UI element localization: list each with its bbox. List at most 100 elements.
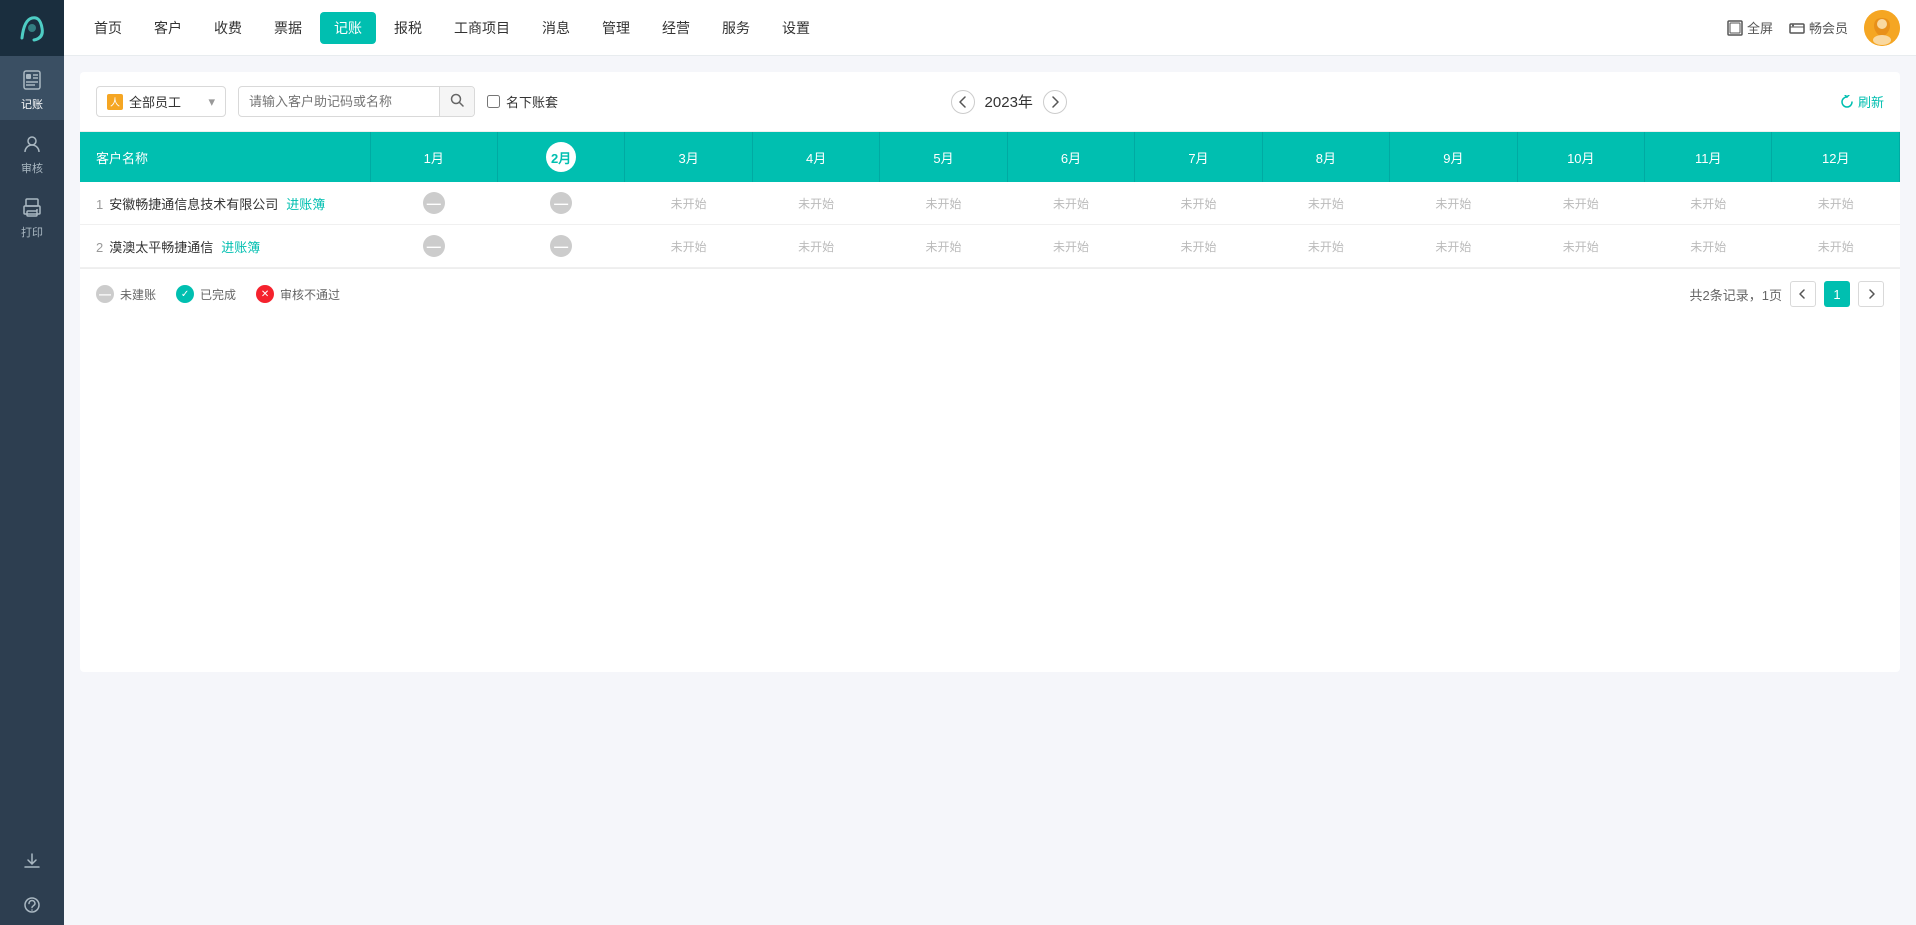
employee-select[interactable]: 人 全部员工 ▾ [96, 86, 226, 117]
status-not-started: 未开始 [1053, 240, 1089, 254]
refresh-button[interactable]: 刷新 [1840, 92, 1884, 111]
status-not-started: 未开始 [926, 240, 962, 254]
year-nav: 2023年 [951, 90, 1067, 114]
status-not-started: 未开始 [1308, 240, 1344, 254]
sidebar-label-dayin: 打印 [21, 224, 43, 240]
dayin-icon [20, 196, 44, 220]
row-num: 2 [96, 240, 103, 255]
sidebar-download[interactable] [0, 837, 64, 881]
employee-select-label: 全部员工 [129, 92, 181, 111]
sidebar-item-shenhe[interactable]: 审核 [0, 120, 64, 184]
cell-name-1: 2 漠澳太平畅捷通信进账簿 [80, 225, 370, 268]
col-header-m12: 12月 [1772, 132, 1900, 182]
avatar[interactable] [1864, 10, 1900, 46]
refresh-label: 刷新 [1858, 92, 1884, 111]
footer: — 未建账 ✓ 已完成 ✕ 审核不通过 共2条记录，1页 [80, 268, 1900, 319]
sidebar-service[interactable] [0, 881, 64, 925]
content-panel: 人 全部员工 ▾ 名下账套 [80, 72, 1900, 672]
nav-fuwu[interactable]: 服务 [708, 12, 764, 44]
legend-not-created: — 未建账 [96, 285, 156, 303]
status-not-started: 未开始 [1053, 197, 1089, 211]
mingxia-checkbox[interactable] [487, 95, 500, 108]
company-name: 漠澳太平畅捷通信 [109, 240, 213, 255]
not-created-label: 未建账 [120, 286, 156, 303]
legend-rejected: ✕ 审核不通过 [256, 285, 340, 303]
row-num: 1 [96, 197, 103, 212]
nav-xiaoxi[interactable]: 消息 [528, 12, 584, 44]
next-year-button[interactable] [1043, 90, 1067, 114]
employee-chevron-icon: ▾ [208, 94, 215, 110]
table-body: 1安徽畅捷通信息技术有限公司进账簿——未开始未开始未开始未开始未开始未开始未开始… [80, 182, 1900, 268]
cell-m3-1: 未开始 [625, 225, 752, 268]
nav-piaoju[interactable]: 票据 [260, 12, 316, 44]
top-nav: 首页 客户 收费 票据 记账 报税 工商项目 消息 管理 经营 服务 设置 全屏 [64, 0, 1916, 56]
nav-gongshang[interactable]: 工商项目 [440, 12, 524, 44]
search-wrap [238, 86, 475, 117]
status-not-started: 未开始 [1690, 240, 1726, 254]
cell-m7-1: 未开始 [1135, 225, 1262, 268]
status-not-started: 未开始 [798, 197, 834, 211]
cell-m2-1: — [497, 225, 624, 268]
cell-m6-0: 未开始 [1007, 182, 1134, 225]
data-table: 客户名称 1月 2月 3月 4月 5月 6月 7月 8月 [80, 132, 1900, 268]
rejected-icon: ✕ [256, 285, 274, 303]
cell-m10-0: 未开始 [1517, 182, 1644, 225]
nav-customer[interactable]: 客户 [140, 12, 196, 44]
search-button[interactable] [439, 87, 474, 116]
main-area: 首页 客户 收费 票据 记账 报税 工商项目 消息 管理 经营 服务 设置 全屏 [64, 0, 1916, 925]
status-not-started: 未开始 [1818, 240, 1854, 254]
cell-name-0: 1安徽畅捷通信息技术有限公司进账簿 [80, 182, 370, 225]
cell-m2-0: — [497, 182, 624, 225]
checkbox-mingxia[interactable]: 名下账套 [487, 92, 558, 111]
fullscreen-btn[interactable]: 全屏 [1727, 18, 1773, 37]
status-not-started: 未开始 [926, 197, 962, 211]
completed-label: 已完成 [200, 286, 236, 303]
next-page-button[interactable] [1858, 281, 1884, 307]
table-header-row: 客户名称 1月 2月 3月 4月 5月 6月 7月 8月 [80, 132, 1900, 182]
toolbar: 人 全部员工 ▾ 名下账套 [80, 72, 1900, 132]
nav-shezhi[interactable]: 设置 [768, 12, 824, 44]
cell-m1-1: — [370, 225, 497, 268]
nav-jizhang[interactable]: 记账 [320, 12, 376, 44]
sidebar-item-jizhang[interactable]: 记账 [0, 56, 64, 120]
col-header-m5: 5月 [880, 132, 1007, 182]
status-not-started: 未开始 [1563, 240, 1599, 254]
prev-year-button[interactable] [951, 90, 975, 114]
search-input[interactable] [239, 88, 439, 115]
vip-btn[interactable]: 畅会员 [1789, 18, 1848, 37]
col-header-m4: 4月 [752, 132, 879, 182]
prev-page-button[interactable] [1790, 281, 1816, 307]
nav-right: 全屏 畅会员 [1727, 10, 1900, 46]
col-header-m7: 7月 [1135, 132, 1262, 182]
nav-jingying[interactable]: 经营 [648, 12, 704, 44]
cell-m5-0: 未开始 [880, 182, 1007, 225]
rejected-label: 审核不通过 [280, 286, 340, 303]
status-not-started: 未开始 [1308, 197, 1344, 211]
cell-m12-1: 未开始 [1772, 225, 1900, 268]
vip-label: 畅会员 [1809, 18, 1848, 37]
cell-m4-1: 未开始 [752, 225, 879, 268]
app-logo [0, 0, 64, 56]
col-header-m10: 10月 [1517, 132, 1644, 182]
enter-ledger-link[interactable]: 进账簿 [286, 197, 325, 212]
sidebar-item-dayin[interactable]: 打印 [0, 184, 64, 248]
col-header-m8: 8月 [1262, 132, 1389, 182]
col-header-m3: 3月 [625, 132, 752, 182]
total-count: 共2条记录，1页 [1690, 285, 1782, 304]
fullscreen-label: 全屏 [1747, 18, 1773, 37]
shenhe-icon [20, 132, 44, 156]
nav-home[interactable]: 首页 [80, 12, 136, 44]
cell-m3-0: 未开始 [625, 182, 752, 225]
col-header-m11: 11月 [1645, 132, 1772, 182]
cell-m1-0: — [370, 182, 497, 225]
employee-icon: 人 [107, 94, 123, 110]
status-dash-icon: — [423, 235, 445, 257]
nav-baoshui[interactable]: 报税 [380, 12, 436, 44]
current-page: 1 [1824, 281, 1850, 307]
table-row: 1安徽畅捷通信息技术有限公司进账簿——未开始未开始未开始未开始未开始未开始未开始… [80, 182, 1900, 225]
nav-shoufei[interactable]: 收费 [200, 12, 256, 44]
nav-guanli[interactable]: 管理 [588, 12, 644, 44]
enter-ledger-link[interactable]: 进账簿 [221, 240, 260, 255]
status-not-started: 未开始 [1690, 197, 1726, 211]
cell-m9-1: 未开始 [1390, 225, 1517, 268]
